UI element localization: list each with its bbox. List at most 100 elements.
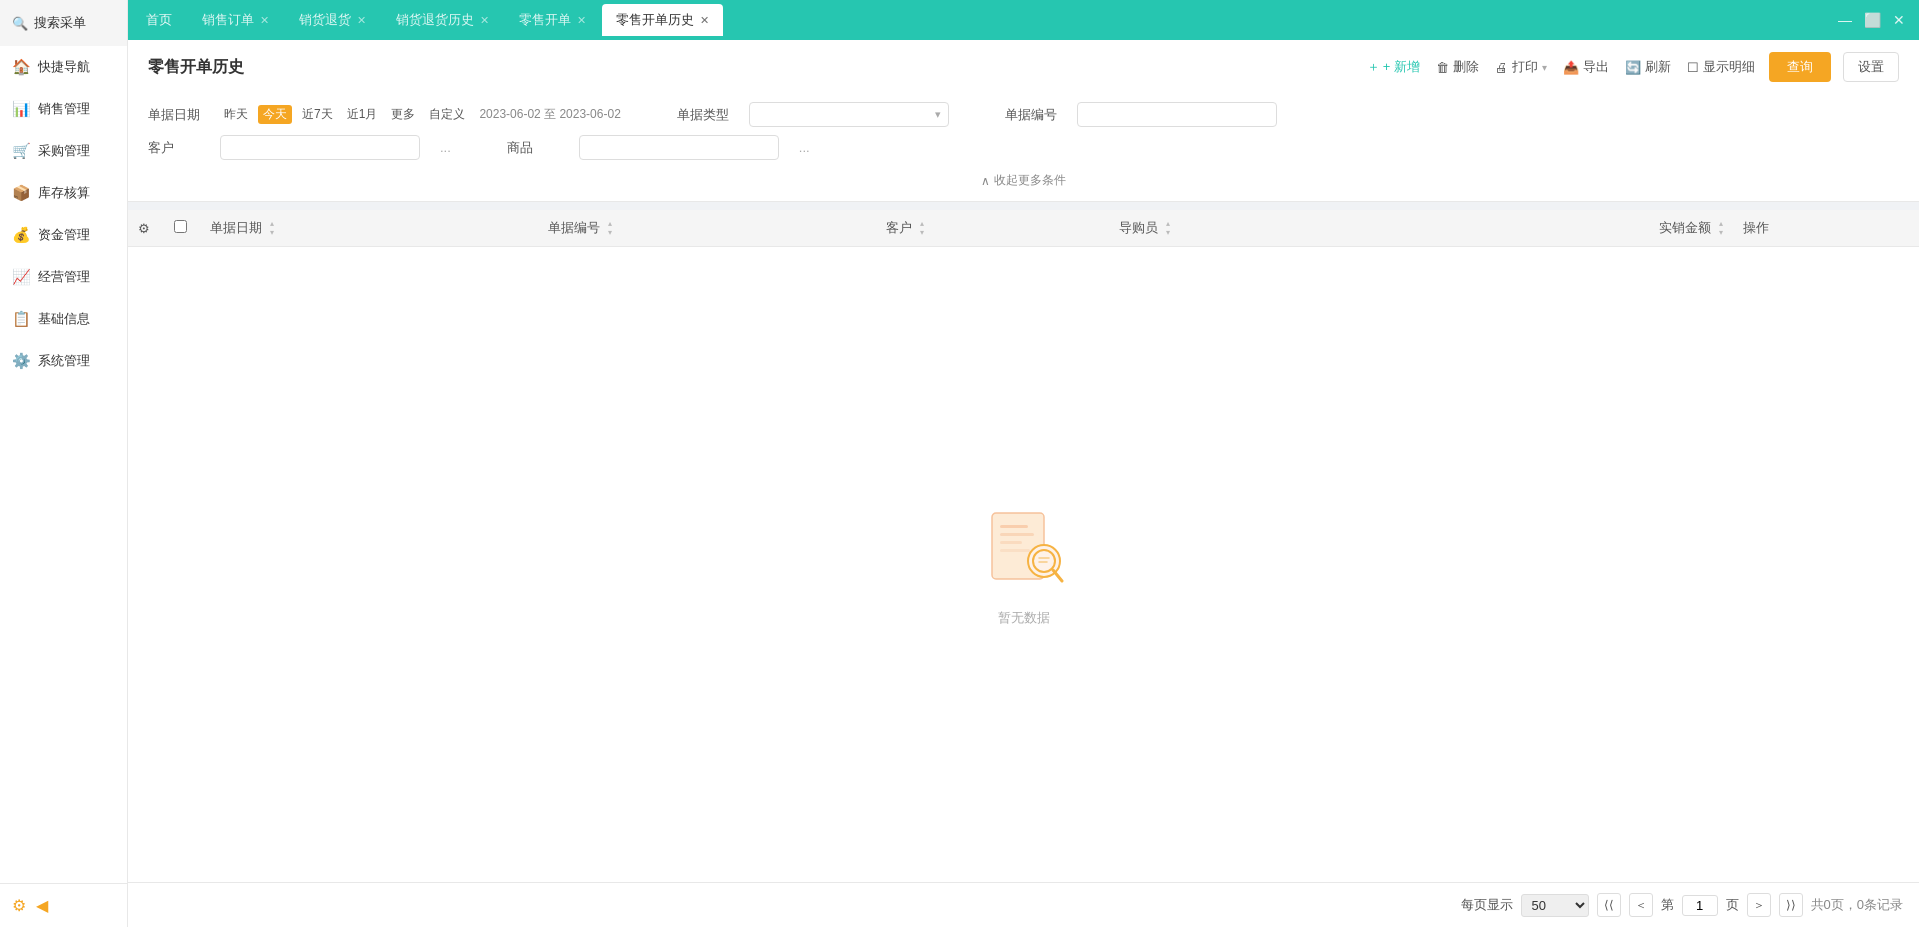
sort-customer-icon[interactable]: ▴▾ [920,220,924,237]
number-input[interactable] [1077,102,1277,127]
date-btn-today[interactable]: 今天 [258,105,292,124]
query-label: 查询 [1787,59,1813,74]
export-button[interactable]: 📤 导出 [1561,54,1611,80]
sidebar-item-label: 系统管理 [38,352,90,370]
sidebar-item-finance[interactable]: 💰 资金管理 [0,214,127,256]
tab-close-icon[interactable]: ✕ [260,14,269,27]
table-header-row: ⚙ 单据日期 ▴▾ 单据编号 ▴▾ [128,210,1919,247]
tab-retail-open-history[interactable]: 零售开单历史 ✕ [602,4,723,36]
collapse-filter-button[interactable]: ∧ 收起更多条件 [148,168,1899,195]
col-settings: ⚙ [128,210,164,247]
goods-input[interactable] [579,135,779,160]
page-unit: 页 [1726,896,1739,914]
sidebar-item-label: 资金管理 [38,226,90,244]
page-total: 共0页，0条记录 [1811,896,1903,914]
display-detail-button[interactable]: ☐ 显示明细 [1685,54,1757,80]
customer-input[interactable] [220,135,420,160]
type-select[interactable] [749,102,949,127]
add-icon: ＋ [1367,58,1380,76]
page-title: 零售开单历史 [148,57,244,78]
page-size-label: 每页显示 [1461,896,1513,914]
home-icon: 🏠 [12,58,30,76]
page-word: 第 [1661,896,1674,914]
settings-button[interactable]: 设置 [1843,52,1899,82]
export-icon: 📤 [1563,60,1579,75]
tab-sales-return-history[interactable]: 销货退货历史 ✕ [382,4,503,36]
tab-label: 零售开单历史 [616,11,694,29]
tab-close-icon[interactable]: ✕ [480,14,489,27]
page-size-select[interactable]: 50 10 20 100 [1521,894,1589,917]
customer-more-icon[interactable]: ... [440,140,451,155]
date-btn-7days[interactable]: 近7天 [298,105,337,124]
svg-rect-2 [1000,533,1034,536]
settings-bottom-icon[interactable]: ⚙ [12,896,26,915]
tab-retail-open[interactable]: 零售开单 ✕ [505,4,600,36]
date-btn-custom[interactable]: 自定义 [425,105,469,124]
tab-sales-return[interactable]: 销货退货 ✕ [285,4,380,36]
collapse-sidebar-icon[interactable]: ◀ [36,896,48,915]
tab-close-icon[interactable]: ✕ [577,14,586,27]
restore-icon[interactable]: ⬜ [1864,12,1881,28]
query-button[interactable]: 查询 [1769,52,1831,82]
goods-more-icon[interactable]: ... [799,140,810,155]
next-page-button[interactable]: ＞ [1747,893,1771,917]
sidebar-item-quick-nav[interactable]: 🏠 快捷导航 [0,46,127,88]
info-icon: 📋 [12,310,30,328]
filter-area: 单据日期 昨天 今天 近7天 近1月 更多 自定义 2023-06-02 至 2… [148,92,1899,201]
refresh-button[interactable]: 🔄 刷新 [1623,54,1673,80]
close-window-icon[interactable]: ✕ [1893,12,1905,28]
select-all-checkbox[interactable] [174,220,187,233]
cart-icon: 🛒 [12,142,30,160]
minimize-icon[interactable]: — [1838,12,1852,28]
sidebar-item-base-info[interactable]: 📋 基础信息 [0,298,127,340]
date-btn-more[interactable]: 更多 [387,105,419,124]
sidebar: 🔍 搜索采单 🏠 快捷导航 📊 销售管理 🛒 采购管理 📦 库存核算 💰 资金管… [0,0,128,927]
sort-date-icon[interactable]: ▴▾ [270,220,274,237]
sort-guide-icon[interactable]: ▴▾ [1166,220,1170,237]
tabs-right-controls: — ⬜ ✕ [1838,12,1915,28]
goods-filter-label: 商品 [507,139,563,157]
filter-row-1: 单据日期 昨天 今天 近7天 近1月 更多 自定义 2023-06-02 至 2… [148,102,1899,127]
sidebar-bottom: ⚙ ◀ [0,883,127,927]
money-icon: 💰 [12,226,30,244]
last-page-button[interactable]: ⟩⟩ [1779,893,1803,917]
operations-icon: 📈 [12,268,30,286]
sort-amount-icon[interactable]: ▴▾ [1719,220,1723,237]
print-button[interactable]: 🖨 打印 ▾ [1493,54,1549,80]
tab-home[interactable]: 首页 [132,4,186,36]
date-btn-1month[interactable]: 近1月 [343,105,382,124]
col-guide-label: 导购员 [1119,220,1158,235]
col-guide: 导购员 ▴▾ [1109,210,1395,247]
tabs-bar: 首页 销售订单 ✕ 销货退货 ✕ 销货退货历史 ✕ 零售开单 ✕ 零售开单历史 … [128,0,1919,40]
sort-number-icon[interactable]: ▴▾ [608,220,612,237]
tab-sales-order[interactable]: 销售订单 ✕ [188,4,283,36]
col-date-label: 单据日期 [210,220,262,235]
tab-close-icon[interactable]: ✕ [357,14,366,27]
add-button[interactable]: ＋ + 新增 [1365,54,1422,80]
refresh-icon: 🔄 [1625,60,1641,75]
delete-button[interactable]: 🗑 删除 [1434,54,1481,80]
print-icon: 🖨 [1495,60,1508,75]
sidebar-item-sales-mgmt[interactable]: 📊 销售管理 [0,88,127,130]
sidebar-search[interactable]: 🔍 搜索采单 [0,0,127,46]
page-number-input[interactable]: 1 [1682,895,1718,916]
svg-rect-1 [1000,525,1028,528]
col-number-label: 单据编号 [548,220,600,235]
sidebar-item-inventory[interactable]: 📦 库存核算 [0,172,127,214]
col-action-label: 操作 [1743,220,1769,235]
sidebar-item-purchase-mgmt[interactable]: 🛒 采购管理 [0,130,127,172]
prev-page-button[interactable]: ＜ [1629,893,1653,917]
data-table: ⚙ 单据日期 ▴▾ 单据编号 ▴▾ [128,210,1919,247]
table-settings-icon[interactable]: ⚙ [138,221,150,236]
sidebar-item-label: 采购管理 [38,142,90,160]
first-page-button[interactable]: ⟨⟨ [1597,893,1621,917]
sidebar-item-system[interactable]: ⚙️ 系统管理 [0,340,127,382]
tab-close-icon[interactable]: ✕ [700,14,709,27]
search-icon: 🔍 [12,16,28,31]
gear-icon: ⚙️ [12,352,30,370]
date-btn-yesterday[interactable]: 昨天 [220,105,252,124]
col-action: 操作 [1733,210,1919,247]
sidebar-item-label: 库存核算 [38,184,90,202]
tab-label: 销货退货 [299,11,351,29]
sidebar-item-operations[interactable]: 📈 经营管理 [0,256,127,298]
